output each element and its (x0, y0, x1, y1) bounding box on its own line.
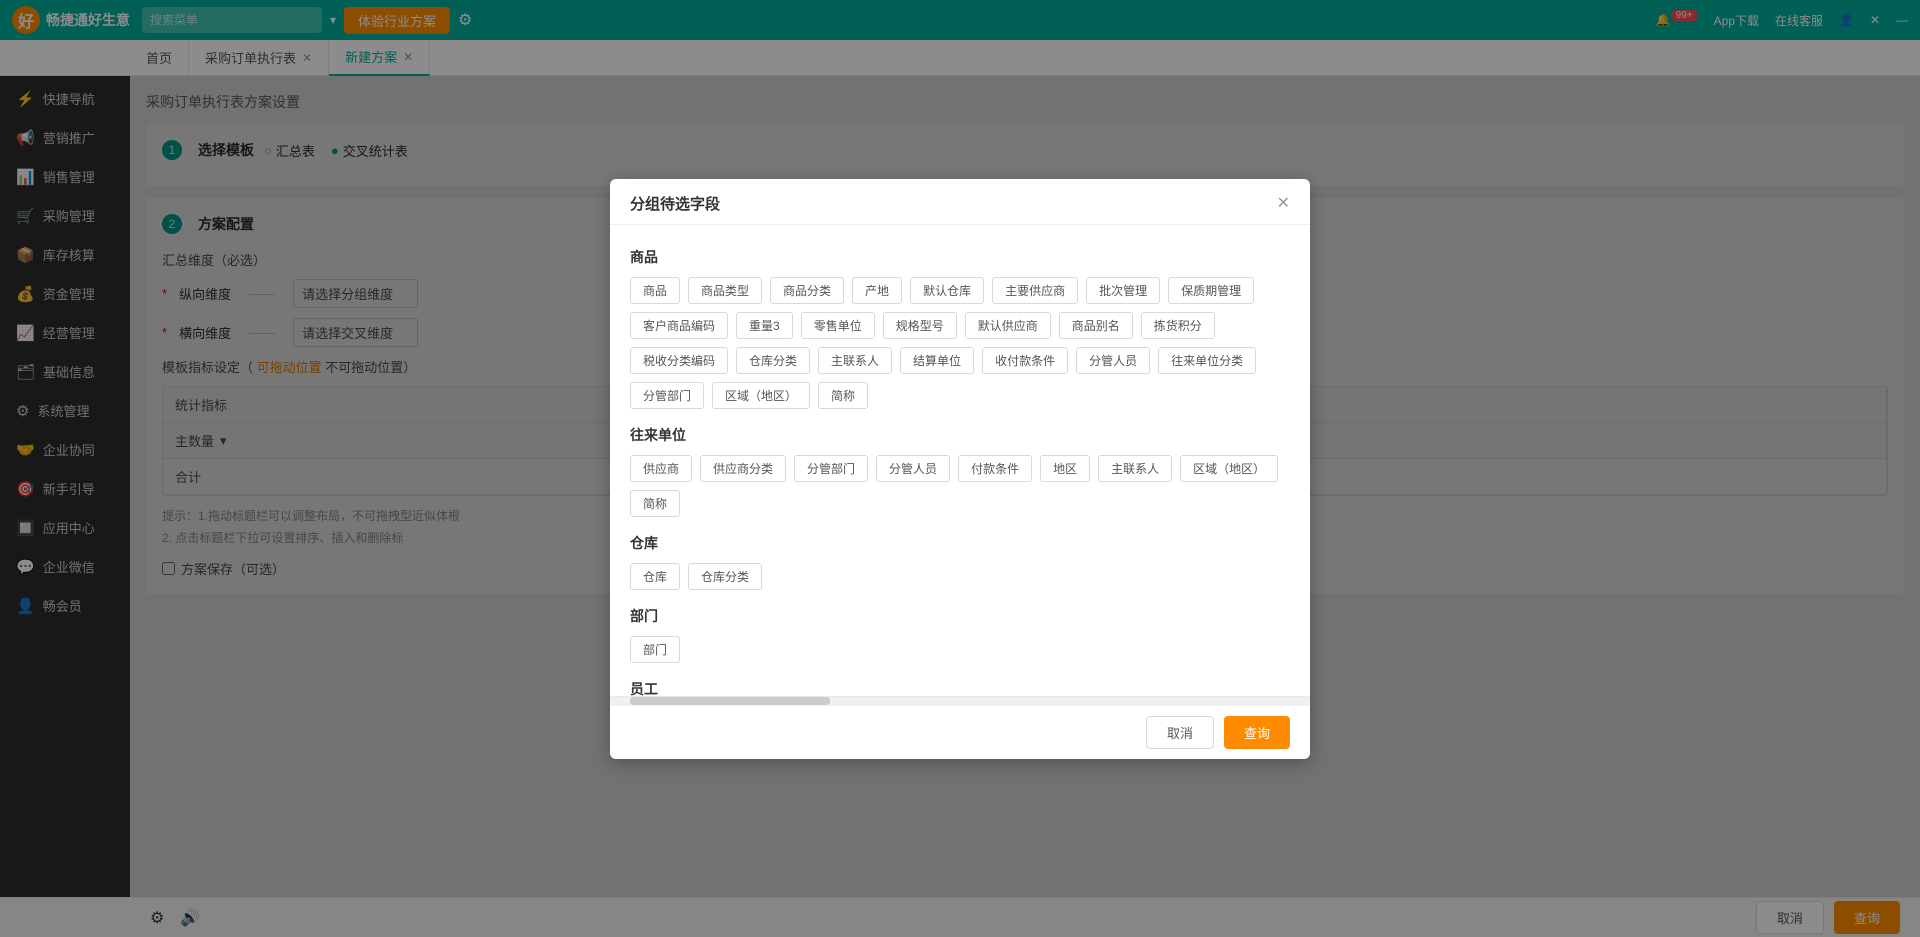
field-tag-main-contact[interactable]: 主联系人 (818, 347, 892, 374)
field-tag-tax-code[interactable]: 税收分类编码 (630, 347, 728, 374)
group-title-staff: 员工 (630, 679, 1290, 696)
field-tag-batch-mgmt[interactable]: 批次管理 (1086, 277, 1160, 304)
dialog-title: 分组待选字段 (630, 193, 720, 214)
field-tag-partner-category[interactable]: 往来单位分类 (1158, 347, 1256, 374)
field-tag-settlement-unit[interactable]: 结算单位 (900, 347, 974, 374)
group-title-warehouse: 仓库 (630, 533, 1290, 553)
dialog-hscroll-thumb[interactable] (630, 697, 830, 705)
field-tag-dept-supervisor[interactable]: 分管部门 (630, 382, 704, 409)
field-tag-customer-code[interactable]: 客户商品编码 (630, 312, 728, 339)
field-tag-payment-terms[interactable]: 收付款条件 (982, 347, 1068, 374)
field-tag-main-contact2[interactable]: 主联系人 (1098, 455, 1172, 482)
field-tag-supervisor[interactable]: 分管人员 (1076, 347, 1150, 374)
field-tag-region-goods[interactable]: 区域（地区） (712, 382, 810, 409)
field-tag-weight3[interactable]: 重量3 (736, 312, 793, 339)
field-tag-spec-model[interactable]: 规格型号 (883, 312, 957, 339)
field-tag-default-supplier[interactable]: 默认供应商 (965, 312, 1051, 339)
field-tag-warehouse-cat[interactable]: 仓库分类 (688, 563, 762, 590)
field-tag-region-partner[interactable]: 区域（地区） (1180, 455, 1278, 482)
cancel-button[interactable]: 取消 (1146, 716, 1214, 749)
field-tag-pick-points[interactable]: 拣货积分 (1141, 312, 1215, 339)
field-tag-goods-category[interactable]: 商品分类 (770, 277, 844, 304)
field-selection-dialog: 分组待选字段 ✕ 商品 商品 商品类型 商品分类 产地 默认仓库 主要供应商 批… (610, 179, 1310, 759)
field-tag-short-name-goods[interactable]: 简称 (818, 382, 868, 409)
group-title-partner: 往来单位 (630, 425, 1290, 445)
field-tag-goods[interactable]: 商品 (630, 277, 680, 304)
field-tag-area[interactable]: 地区 (1040, 455, 1090, 482)
dialog-close-button[interactable]: ✕ (1277, 193, 1290, 213)
confirm-button[interactable]: 查询 (1224, 716, 1290, 749)
field-tag-short-name-partner[interactable]: 简称 (630, 490, 680, 517)
field-tag-retail-unit[interactable]: 零售单位 (801, 312, 875, 339)
field-tag-warehouse-category[interactable]: 仓库分类 (736, 347, 810, 374)
field-tag-warehouse[interactable]: 仓库 (630, 563, 680, 590)
field-tag-default-warehouse[interactable]: 默认仓库 (910, 277, 984, 304)
group-title-department: 部门 (630, 606, 1290, 626)
field-tag-main-supplier[interactable]: 主要供应商 (992, 277, 1078, 304)
field-tag-origin[interactable]: 产地 (852, 277, 902, 304)
dialog-body[interactable]: 商品 商品 商品类型 商品分类 产地 默认仓库 主要供应商 批次管理 保质期管理… (610, 225, 1310, 696)
group-warehouse-tags: 仓库 仓库分类 (630, 563, 1290, 590)
group-partner-tags: 供应商 供应商分类 分管部门 分管人员 付款条件 地区 主联系人 区域（地区） … (630, 455, 1290, 517)
field-tag-supplier[interactable]: 供应商 (630, 455, 692, 482)
overlay: 分组待选字段 ✕ 商品 商品 商品类型 商品分类 产地 默认仓库 主要供应商 批… (0, 0, 1920, 937)
group-department-tags: 部门 (630, 636, 1290, 663)
field-tag-payment-cond[interactable]: 付款条件 (958, 455, 1032, 482)
field-tag-staff[interactable]: 分管人员 (876, 455, 950, 482)
dialog-footer: 取消 查询 (610, 705, 1310, 759)
field-tag-shelf-life[interactable]: 保质期管理 (1168, 277, 1254, 304)
field-tag-goods-alias[interactable]: 商品别名 (1059, 312, 1133, 339)
group-goods-tags: 商品 商品类型 商品分类 产地 默认仓库 主要供应商 批次管理 保质期管理 客户… (630, 277, 1290, 409)
field-tag-goods-type[interactable]: 商品类型 (688, 277, 762, 304)
field-tag-department[interactable]: 部门 (630, 636, 680, 663)
group-title-goods: 商品 (630, 247, 1290, 267)
dialog-hscroll[interactable] (610, 696, 1310, 705)
field-tag-supplier-category[interactable]: 供应商分类 (700, 455, 786, 482)
field-tag-dept[interactable]: 分管部门 (794, 455, 868, 482)
dialog-header: 分组待选字段 ✕ (610, 179, 1310, 225)
